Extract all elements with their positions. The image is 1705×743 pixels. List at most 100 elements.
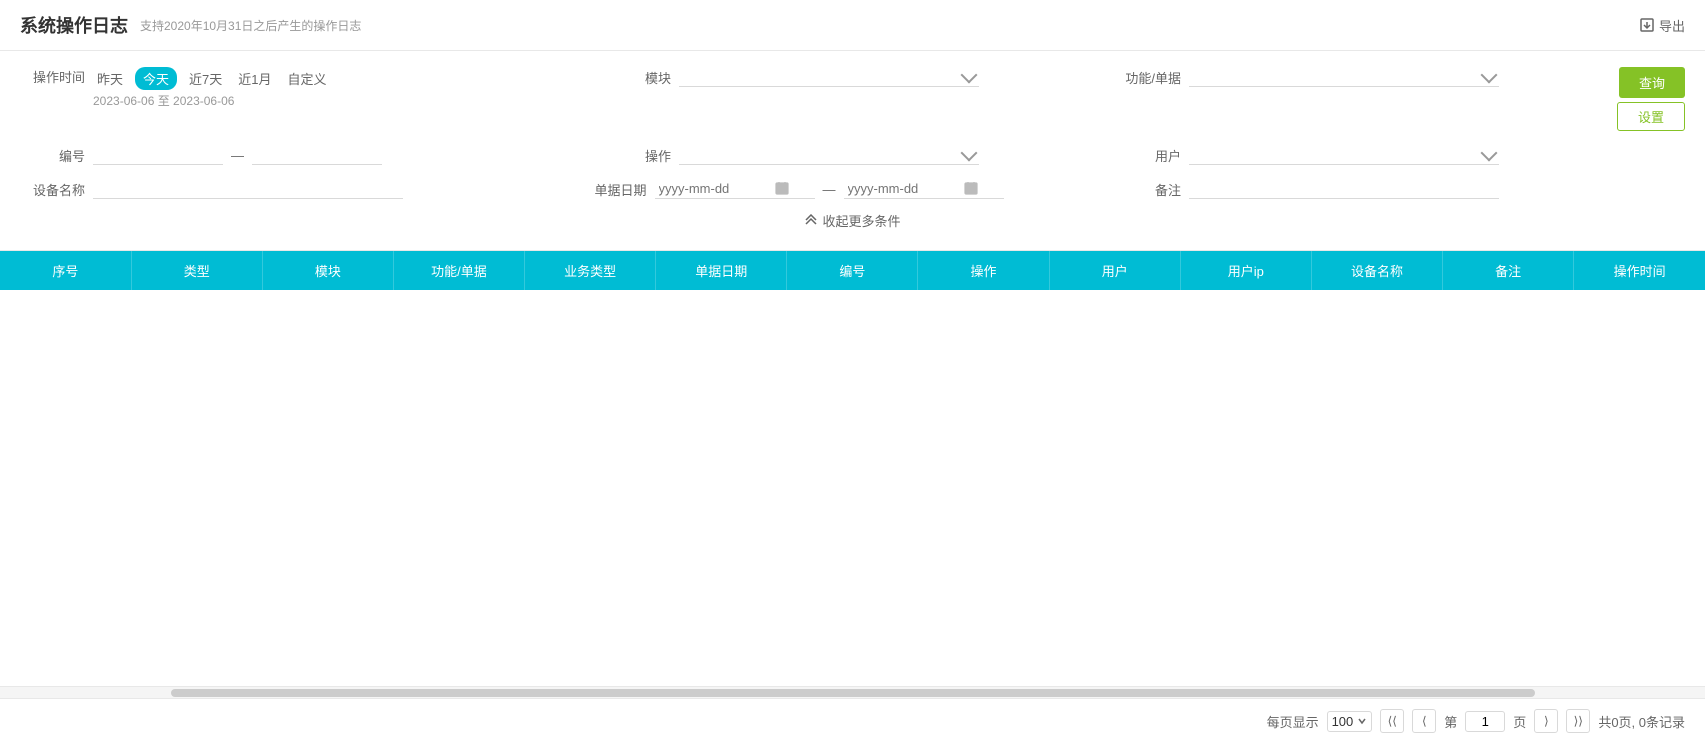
col-type: 类型 xyxy=(131,251,262,290)
page-container: 系统操作日志 支持2020年10月31日之后产生的操作日志 导出 操作时间 xyxy=(0,0,1705,743)
device-filter-group: 设备名称 xyxy=(20,179,535,199)
pagination-area: 每页显示 100 ⟨⟨ ⟨ 第 页 ⟩ ⟩⟩ xyxy=(0,698,1705,743)
time-btn-today[interactable]: 今天 xyxy=(135,67,177,90)
page-subtitle: 支持2020年10月31日之后产生的操作日志 xyxy=(140,17,361,34)
per-page-label: 每页显示 xyxy=(1267,712,1319,731)
time-buttons: 昨天 今天 近7天 近1月 自定义 xyxy=(93,67,331,90)
page-number-input[interactable] xyxy=(1465,711,1505,732)
calendar-from-icon[interactable] xyxy=(775,181,791,197)
filter-row-1: 操作时间 昨天 今天 近7天 近1月 自定义 2023-06-06 至 2023… xyxy=(20,67,1685,131)
time-btn-7days[interactable]: 近7天 xyxy=(185,67,226,90)
export-button[interactable]: 导出 xyxy=(1639,16,1685,35)
date-to-input[interactable] xyxy=(844,179,964,198)
code-input-from[interactable] xyxy=(93,145,223,165)
func-filter-group: 功能/单据 xyxy=(1050,67,1565,87)
remark-filter-group: 备注 xyxy=(1050,179,1565,199)
first-page-button[interactable]: ⟨⟨ xyxy=(1380,709,1404,733)
time-range-text: 2023-06-06 至 2023-06-06 xyxy=(93,92,341,109)
calendar-to-icon[interactable] xyxy=(964,181,980,197)
operation-select[interactable] xyxy=(679,145,979,165)
doc-date-filter-group: 单据日期 — xyxy=(535,179,1050,199)
col-code: 编号 xyxy=(787,251,918,290)
last-page-button[interactable]: ⟩⟩ xyxy=(1566,709,1590,733)
page-header: 系统操作日志 支持2020年10月31日之后产生的操作日志 导出 xyxy=(0,0,1705,51)
table-header: 序号 类型 模块 功能/单据 业务类型 单据日期 编号 操作 用户 用户ip 设… xyxy=(0,251,1705,290)
time-btn-yesterday[interactable]: 昨天 xyxy=(93,67,127,90)
col-module: 模块 xyxy=(262,251,393,290)
header-left: 系统操作日志 支持2020年10月31日之后产生的操作日志 xyxy=(20,12,361,38)
filter-area: 操作时间 昨天 今天 近7天 近1月 自定义 2023-06-06 至 2023… xyxy=(0,51,1705,251)
export-label: 导出 xyxy=(1659,16,1685,35)
table-area: 序号 类型 模块 功能/单据 业务类型 单据日期 编号 操作 用户 用户ip 设… xyxy=(0,251,1705,686)
page-size-value: 100 xyxy=(1332,714,1354,729)
page-size-chevron-icon xyxy=(1357,714,1367,729)
date-dash: — xyxy=(823,182,836,197)
next-page-button[interactable]: ⟩ xyxy=(1534,709,1558,733)
col-op-time: 操作时间 xyxy=(1574,251,1705,290)
time-btn-custom[interactable]: 自定义 xyxy=(284,67,331,90)
collapse-label: 收起更多条件 xyxy=(822,211,900,230)
last-page-icon: ⟩⟩ xyxy=(1574,714,1583,728)
user-filter-group: 用户 xyxy=(1050,145,1565,165)
next-page-icon: ⟩ xyxy=(1544,714,1549,728)
operation-label: 操作 xyxy=(606,146,671,165)
module-select[interactable] xyxy=(679,67,979,87)
prev-page-icon: ⟨ xyxy=(1422,714,1427,728)
scrollbar-area[interactable] xyxy=(0,686,1705,698)
code-filter-group: 编号 — xyxy=(20,145,535,165)
module-filter-group: 模块 xyxy=(535,67,1050,87)
code-input-to[interactable] xyxy=(252,145,382,165)
device-label: 设备名称 xyxy=(20,180,85,199)
export-icon xyxy=(1639,17,1655,33)
func-chevron-down-icon xyxy=(1481,67,1498,84)
remark-input[interactable] xyxy=(1189,179,1499,199)
total-info: 共0页, 0条记录 xyxy=(1598,712,1685,731)
collapse-up-icon xyxy=(804,214,818,228)
operation-filter-group: 操作 xyxy=(535,145,1050,165)
filter-row-3: 设备名称 单据日期 — xyxy=(20,179,1685,199)
time-filter-group: 操作时间 昨天 今天 近7天 近1月 自定义 2023-06-06 至 2023… xyxy=(20,67,535,109)
func-select[interactable] xyxy=(1189,67,1499,87)
table-header-row: 序号 类型 模块 功能/单据 业务类型 单据日期 编号 操作 用户 用户ip 设… xyxy=(0,251,1705,290)
remark-label: 备注 xyxy=(1116,180,1181,199)
filter-row-2: 编号 — 操作 用户 xyxy=(20,145,1685,165)
user-select[interactable] xyxy=(1189,145,1499,165)
col-device: 设备名称 xyxy=(1311,251,1442,290)
date-from-wrapper xyxy=(655,179,815,199)
date-from-input[interactable] xyxy=(655,179,775,198)
data-table: 序号 类型 模块 功能/单据 业务类型 单据日期 编号 操作 用户 用户ip 设… xyxy=(0,251,1705,290)
query-button[interactable]: 查询 xyxy=(1619,67,1685,98)
code-label: 编号 xyxy=(20,146,85,165)
collapse-row: 收起更多条件 xyxy=(20,203,1685,234)
user-input[interactable] xyxy=(1189,145,1483,164)
collapse-button[interactable]: 收起更多条件 xyxy=(804,211,900,230)
page-label: 第 xyxy=(1444,712,1457,731)
func-input[interactable] xyxy=(1189,67,1483,86)
time-label: 操作时间 xyxy=(20,67,85,86)
scrollbar-track xyxy=(171,689,1535,697)
code-dash: — xyxy=(231,148,244,163)
operation-input[interactable] xyxy=(679,145,963,164)
time-btn-1month[interactable]: 近1月 xyxy=(234,67,275,90)
user-label: 用户 xyxy=(1116,146,1181,165)
func-label: 功能/单据 xyxy=(1116,68,1181,87)
col-doc-date: 单据日期 xyxy=(656,251,787,290)
device-input[interactable] xyxy=(93,179,403,199)
col-op: 操作 xyxy=(918,251,1049,290)
date-to-wrapper xyxy=(844,179,1004,199)
module-label: 模块 xyxy=(606,68,671,87)
first-page-icon: ⟨⟨ xyxy=(1388,714,1397,728)
col-func: 功能/单据 xyxy=(393,251,524,290)
prev-page-button[interactable]: ⟨ xyxy=(1412,709,1436,733)
time-col: 昨天 今天 近7天 近1月 自定义 2023-06-06 至 2023-06-0… xyxy=(93,67,341,109)
page-size-select[interactable]: 100 xyxy=(1327,711,1373,732)
user-chevron-down-icon xyxy=(1481,145,1498,162)
doc-date-label: 单据日期 xyxy=(582,180,647,199)
page-title: 系统操作日志 xyxy=(20,12,128,38)
settings-button[interactable]: 设置 xyxy=(1617,102,1685,131)
module-input[interactable] xyxy=(679,67,963,86)
col-remark: 备注 xyxy=(1443,251,1574,290)
col-biz-type: 业务类型 xyxy=(525,251,656,290)
col-user-ip: 用户ip xyxy=(1180,251,1311,290)
col-user: 用户 xyxy=(1049,251,1180,290)
